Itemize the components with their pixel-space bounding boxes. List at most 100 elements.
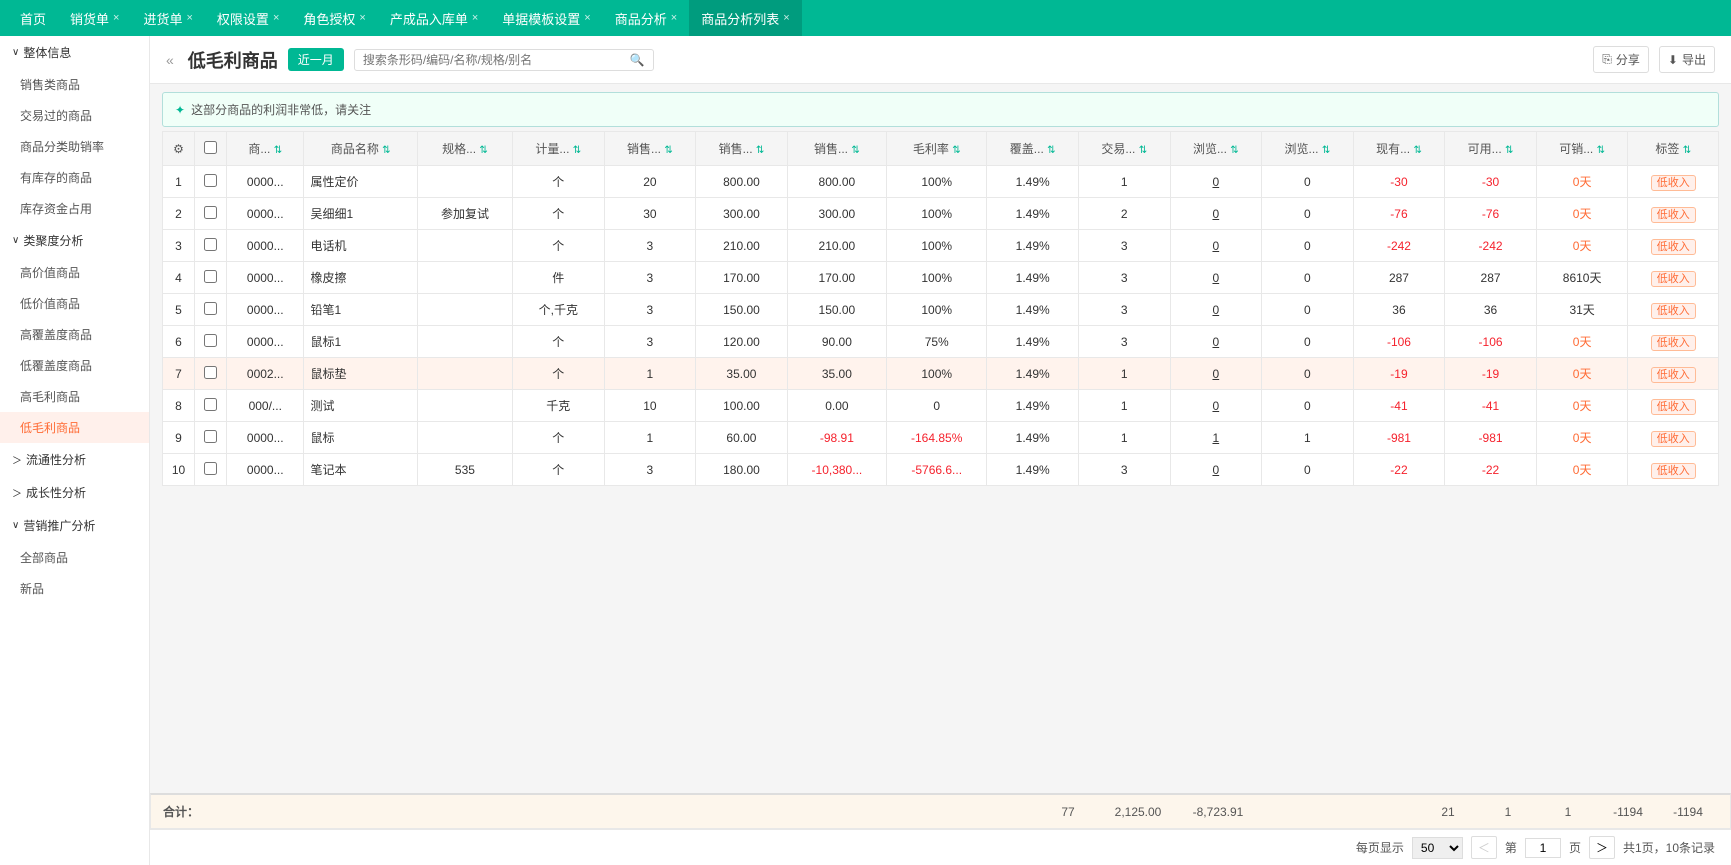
share-btn[interactable]: ⎘ 分享: [1593, 46, 1649, 73]
nav-purchase-close[interactable]: ×: [186, 12, 192, 24]
nav-permission-close[interactable]: ×: [273, 12, 279, 24]
cell-checkbox[interactable]: [195, 358, 227, 390]
page-size-select[interactable]: 50 20 100: [1412, 837, 1463, 859]
export-btn[interactable]: ⬇ 导出: [1659, 46, 1715, 73]
sort-qty-icon[interactable]: ⇅: [664, 145, 672, 156]
sort-price-icon[interactable]: ⇅: [756, 145, 764, 156]
sort-amt-icon[interactable]: ⇅: [851, 145, 859, 156]
nav-goods-list-close[interactable]: ×: [783, 12, 789, 24]
col-unit[interactable]: 计量... ⇅: [513, 132, 605, 166]
sort-trade-icon[interactable]: ⇅: [1139, 145, 1147, 156]
search-input[interactable]: [363, 53, 630, 67]
nav-purchase[interactable]: 进货单 ×: [131, 0, 204, 36]
sort-saleable-icon[interactable]: ⇅: [1597, 145, 1605, 156]
sidebar-item-category-rate[interactable]: 商品分类助销率: [0, 131, 149, 162]
next-page-btn[interactable]: ＞: [1589, 836, 1615, 859]
col-browse1[interactable]: 浏览... ⇅: [1170, 132, 1262, 166]
col-gross-rate[interactable]: 毛利率 ⇅: [887, 132, 987, 166]
col-settings[interactable]: ⚙: [163, 132, 195, 166]
cell-checkbox[interactable]: [195, 422, 227, 454]
select-all-checkbox[interactable]: [204, 141, 217, 154]
sort-cover-icon[interactable]: ⇅: [1047, 145, 1055, 156]
sidebar-item-sales-goods[interactable]: 销售类商品: [0, 69, 149, 100]
cell-checkbox[interactable]: [195, 262, 227, 294]
cell-browse1[interactable]: 0: [1170, 454, 1262, 486]
sidebar-item-high-margin[interactable]: 高毛利商品: [0, 381, 149, 412]
sort-name-icon[interactable]: ⇅: [382, 145, 390, 156]
sidebar-item-high-value[interactable]: 高价值商品: [0, 257, 149, 288]
col-stock[interactable]: 现有... ⇅: [1353, 132, 1445, 166]
sidebar-item-in-stock[interactable]: 有库存的商品: [0, 162, 149, 193]
sidebar-group-marketing[interactable]: ∨ 营销推广分析: [0, 509, 149, 542]
sidebar-group-general[interactable]: ∨ 整体信息: [0, 36, 149, 69]
cell-browse1[interactable]: 0: [1170, 294, 1262, 326]
nav-sales[interactable]: 销货单 ×: [58, 0, 131, 36]
sidebar-group-cluster[interactable]: ∨ 类聚度分析: [0, 224, 149, 257]
cell-checkbox[interactable]: [195, 198, 227, 230]
row-checkbox[interactable]: [204, 398, 217, 411]
nav-product-in[interactable]: 产成品入库单 ×: [378, 0, 490, 36]
cell-checkbox[interactable]: [195, 454, 227, 486]
nav-goods-analysis-close[interactable]: ×: [671, 12, 677, 24]
search-icon[interactable]: 🔍: [630, 53, 645, 67]
row-checkbox[interactable]: [204, 366, 217, 379]
col-name[interactable]: 商品名称 ⇅: [304, 132, 417, 166]
col-avail[interactable]: 可用... ⇅: [1445, 132, 1537, 166]
sidebar-item-all-goods[interactable]: 全部商品: [0, 542, 149, 573]
sort-spec-icon[interactable]: ⇅: [479, 145, 487, 156]
sort-tag-icon[interactable]: ⇅: [1683, 145, 1691, 156]
collapse-sidebar-btn[interactable]: «: [166, 52, 174, 68]
col-browse2[interactable]: 浏览... ⇅: [1262, 132, 1354, 166]
row-checkbox[interactable]: [204, 430, 217, 443]
nav-goods-analysis-list[interactable]: 商品分析列表 ×: [689, 0, 801, 36]
sidebar-group-flow[interactable]: ＞ 流通性分析: [0, 443, 149, 476]
sort-avail-icon[interactable]: ⇅: [1505, 145, 1513, 156]
sort-gross-icon[interactable]: ⇅: [952, 145, 960, 156]
sidebar-group-growth[interactable]: ＞ 成长性分析: [0, 476, 149, 509]
nav-template[interactable]: 单据模板设置 ×: [490, 0, 602, 36]
col-checkbox[interactable]: [195, 132, 227, 166]
cell-browse1[interactable]: 0: [1170, 230, 1262, 262]
cell-browse1[interactable]: 0: [1170, 390, 1262, 422]
col-trade[interactable]: 交易... ⇅: [1078, 132, 1170, 166]
sidebar-item-traded-goods[interactable]: 交易过的商品: [0, 100, 149, 131]
nav-sales-close[interactable]: ×: [113, 12, 119, 24]
settings-icon[interactable]: ⚙: [173, 142, 184, 156]
col-sales-qty[interactable]: 销售... ⇅: [604, 132, 696, 166]
cell-browse1[interactable]: 0: [1170, 166, 1262, 198]
sort-browse2-icon[interactable]: ⇅: [1322, 145, 1330, 156]
col-cover-rate[interactable]: 覆盖... ⇅: [987, 132, 1079, 166]
nav-template-close[interactable]: ×: [584, 12, 590, 24]
col-sales-amt[interactable]: 销售... ⇅: [787, 132, 886, 166]
nav-product-in-close[interactable]: ×: [472, 12, 478, 24]
cell-browse1[interactable]: 0: [1170, 262, 1262, 294]
table-wrapper[interactable]: ⚙ 商... ⇅ 商品名称 ⇅: [162, 131, 1719, 793]
row-checkbox[interactable]: [204, 174, 217, 187]
row-checkbox[interactable]: [204, 206, 217, 219]
row-checkbox[interactable]: [204, 462, 217, 475]
sort-browse1-icon[interactable]: ⇅: [1230, 145, 1238, 156]
page-number-input[interactable]: [1525, 838, 1561, 858]
cell-browse1[interactable]: 0: [1170, 326, 1262, 358]
sidebar-item-stock-capital[interactable]: 库存资金占用: [0, 193, 149, 224]
row-checkbox[interactable]: [204, 334, 217, 347]
cell-checkbox[interactable]: [195, 294, 227, 326]
sort-unit-icon[interactable]: ⇅: [573, 145, 581, 156]
cell-browse1[interactable]: 1: [1170, 422, 1262, 454]
cell-checkbox[interactable]: [195, 230, 227, 262]
cell-browse1[interactable]: 0: [1170, 198, 1262, 230]
cell-checkbox[interactable]: [195, 166, 227, 198]
sort-code-icon[interactable]: ⇅: [274, 145, 282, 156]
nav-role[interactable]: 角色授权 ×: [291, 0, 377, 36]
sidebar-item-low-margin[interactable]: 低毛利商品: [0, 412, 149, 443]
nav-role-close[interactable]: ×: [359, 12, 365, 24]
sidebar-item-high-coverage[interactable]: 高覆盖度商品: [0, 319, 149, 350]
nav-home[interactable]: 首页: [8, 0, 58, 36]
sidebar-item-low-value[interactable]: 低价值商品: [0, 288, 149, 319]
filter-recent-month-btn[interactable]: 近一月: [288, 48, 344, 71]
prev-page-btn[interactable]: ＜: [1471, 836, 1497, 859]
col-saleable[interactable]: 可销... ⇅: [1536, 132, 1628, 166]
col-sales-price[interactable]: 销售... ⇅: [696, 132, 788, 166]
row-checkbox[interactable]: [204, 238, 217, 251]
nav-permission[interactable]: 权限设置 ×: [205, 0, 291, 36]
